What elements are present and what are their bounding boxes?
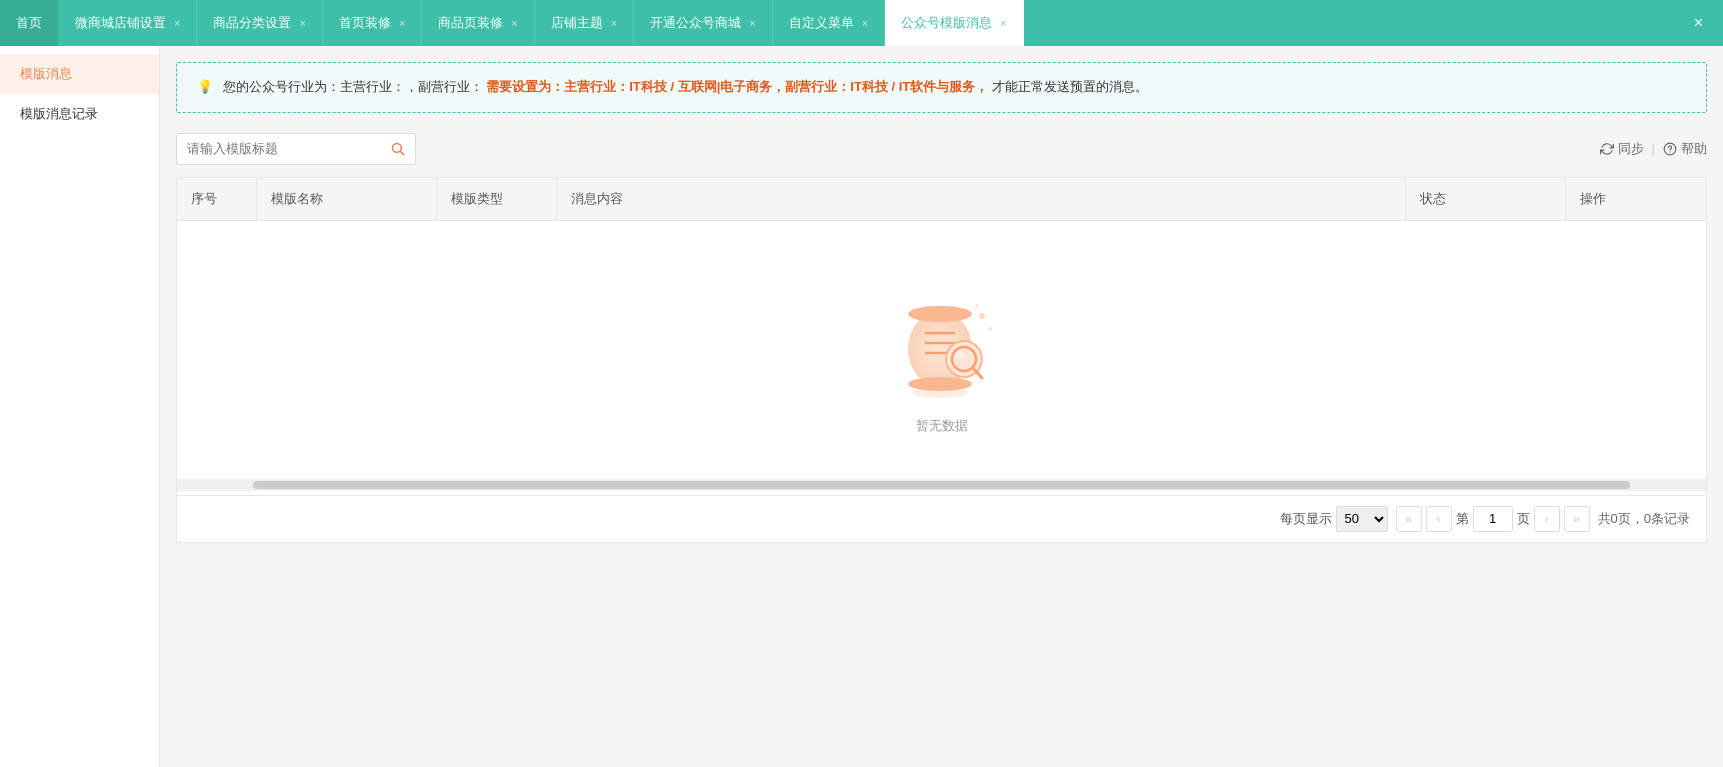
col-header-status: 状态 <box>1406 178 1566 220</box>
help-button[interactable]: 帮助 <box>1663 140 1707 158</box>
search-input[interactable] <box>177 134 379 164</box>
last-page-button[interactable]: » <box>1564 506 1590 532</box>
first-page-button[interactable]: « <box>1396 506 1422 532</box>
notice-icon: 💡 <box>197 79 213 94</box>
total-info: 共0页，0条记录 <box>1598 510 1690 528</box>
nav-item-1[interactable]: 微商城店铺设置× <box>59 0 197 46</box>
nav-close-btn-5[interactable]: × <box>611 17 617 29</box>
data-table: 序号 模版名称 模版类型 消息内容 状态 操作 <box>176 177 1707 543</box>
notice-text-before: 您的公众号行业为：主营行业：，副营行业： <box>223 79 483 94</box>
page-number-input[interactable] <box>1473 506 1513 532</box>
next-page-button[interactable]: › <box>1534 506 1560 532</box>
nav-close-btn-4[interactable]: × <box>511 17 517 29</box>
sync-label: 同步 <box>1618 140 1644 158</box>
top-navigation: 首页微商城店铺设置×商品分类设置×首页装修×商品页装修×店铺主题×开通公众号商城… <box>0 0 1723 46</box>
svg-point-17 <box>912 388 968 398</box>
notice-text-after: 才能正常发送预置的消息。 <box>992 79 1148 94</box>
prev-page-button[interactable]: ‹ <box>1426 506 1452 532</box>
content-area: 💡 您的公众号行业为：主营行业：，副营行业： 需要设置为：主营行业：IT科技 /… <box>160 46 1723 767</box>
search-button[interactable] <box>379 134 415 164</box>
main-layout: 模版消息模版消息记录 💡 您的公众号行业为：主营行业：，副营行业： 需要设置为：… <box>0 46 1723 767</box>
page-prefix-label: 第 <box>1456 510 1469 528</box>
sidebar-item-1[interactable]: 模版消息记录 <box>0 94 159 134</box>
col-header-type: 模版类型 <box>437 178 557 220</box>
nav-close-btn-8[interactable]: × <box>1000 17 1006 29</box>
col-header-action: 操作 <box>1566 178 1706 220</box>
scrollbar-thumb[interactable] <box>253 481 1629 489</box>
page-size-dropdown[interactable]: 50 10 20 100 <box>1336 506 1388 532</box>
nav-close-btn-6[interactable]: × <box>749 17 755 29</box>
page-input-wrap: 第 页 <box>1456 506 1530 532</box>
nav-item-4[interactable]: 商品页装修× <box>422 0 534 46</box>
page-size-select: 每页显示 50 10 20 100 <box>1280 506 1388 532</box>
help-label: 帮助 <box>1681 140 1707 158</box>
col-header-content: 消息内容 <box>557 178 1406 220</box>
toolbar-right: 同步 | 帮助 <box>1600 140 1707 158</box>
svg-line-1 <box>400 152 403 155</box>
page-unit-label: 页 <box>1517 510 1530 528</box>
page-navigation: « ‹ 第 页 › » <box>1396 506 1590 532</box>
empty-text: 暂无数据 <box>916 417 968 435</box>
sync-button[interactable]: 同步 <box>1600 140 1644 158</box>
nav-close-btn-1[interactable]: × <box>174 17 180 29</box>
col-header-index: 序号 <box>177 178 257 220</box>
svg-point-5 <box>908 306 972 322</box>
horizontal-scrollbar[interactable] <box>177 479 1706 491</box>
toolbar-divider: | <box>1652 141 1655 156</box>
nav-item-3[interactable]: 首页装修× <box>323 0 422 46</box>
notice-box: 💡 您的公众号行业为：主营行业：，副营行业： 需要设置为：主营行业：IT科技 /… <box>176 62 1707 113</box>
nav-item-7[interactable]: 自定义菜单× <box>773 0 885 46</box>
nav-item-0[interactable]: 首页 <box>0 0 59 46</box>
nav-item-8[interactable]: 公众号模版消息× <box>885 0 1023 46</box>
nav-item-2[interactable]: 商品分类设置× <box>197 0 322 46</box>
table-header: 序号 模版名称 模版类型 消息内容 状态 操作 <box>177 178 1706 221</box>
col-header-name: 模版名称 <box>257 178 437 220</box>
sidebar: 模版消息模版消息记录 <box>0 46 160 767</box>
page-size-label: 每页显示 <box>1280 510 1332 528</box>
pagination: 每页显示 50 10 20 100 « ‹ <box>177 495 1706 542</box>
window-close-button[interactable]: × <box>1674 0 1723 46</box>
svg-point-16 <box>975 304 979 308</box>
svg-point-13 <box>956 351 964 359</box>
sidebar-item-0[interactable]: 模版消息 <box>0 54 159 94</box>
nav-close-btn-3[interactable]: × <box>399 17 405 29</box>
empty-icon <box>882 281 1002 401</box>
search-input-wrapper <box>176 133 416 165</box>
svg-point-15 <box>988 327 992 331</box>
nav-close-btn-7[interactable]: × <box>862 17 868 29</box>
notice-text-highlight: 需要设置为：主营行业：IT科技 / 互联网|电子商务，副营行业：IT科技 / I… <box>486 79 988 94</box>
search-bar: 同步 | 帮助 <box>176 133 1707 165</box>
nav-item-6[interactable]: 开通公众号商城× <box>634 0 772 46</box>
empty-state: 暂无数据 <box>177 221 1706 475</box>
nav-item-5[interactable]: 店铺主题× <box>535 0 634 46</box>
nav-close-btn-2[interactable]: × <box>299 17 305 29</box>
svg-point-14 <box>979 313 985 319</box>
